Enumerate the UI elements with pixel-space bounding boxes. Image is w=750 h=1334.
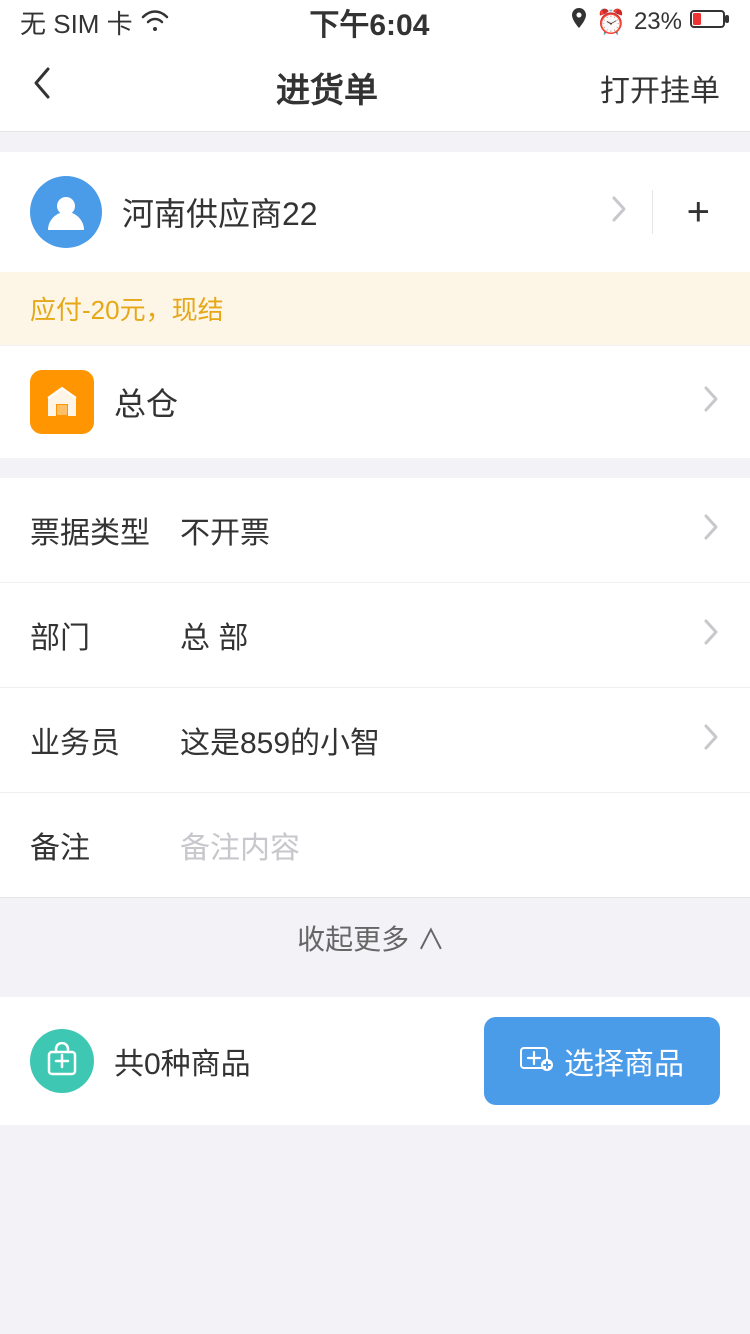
department-row[interactable]: 部门 总 部 bbox=[0, 583, 750, 688]
notice-bar: 应付-20元，现结 bbox=[0, 272, 750, 345]
remark-label: 备注 bbox=[30, 823, 170, 867]
warehouse-name: 总仓 bbox=[114, 379, 702, 425]
alarm-icon: ⏰ bbox=[596, 8, 626, 37]
notice-text: 应付-20元，现结 bbox=[30, 295, 224, 325]
supplier-right: + bbox=[610, 190, 720, 235]
sim-label: 无 SIM 卡 bbox=[20, 4, 133, 41]
status-bar: 无 SIM 卡 下午6:04 ⏰ 23% bbox=[0, 0, 750, 44]
select-product-icon bbox=[520, 1044, 554, 1079]
salesperson-label: 业务员 bbox=[30, 718, 170, 762]
supplier-name: 河南供应商22 bbox=[122, 189, 610, 235]
supplier-chevron-icon bbox=[610, 194, 628, 231]
nav-bar: 进货单 打开挂单 bbox=[0, 44, 750, 132]
vertical-divider bbox=[652, 190, 653, 234]
remark-input[interactable]: 备注内容 bbox=[180, 823, 720, 867]
select-product-label: 选择商品 bbox=[564, 1039, 684, 1083]
invoice-type-row[interactable]: 票据类型 不开票 bbox=[0, 478, 750, 583]
collapse-label: 收起更多 ∧ bbox=[297, 918, 445, 958]
open-pending-button[interactable]: 打开挂单 bbox=[600, 66, 720, 110]
invoice-type-value: 不开票 bbox=[180, 508, 692, 552]
back-button[interactable] bbox=[30, 63, 54, 112]
supplier-section: 河南供应商22 + 应付-20元，现结 总仓 bbox=[0, 152, 750, 458]
supplier-row[interactable]: 河南供应商22 + bbox=[0, 152, 750, 272]
section-gap-1 bbox=[0, 132, 750, 152]
bottom-bar: 共0种商品 选择商品 bbox=[0, 997, 750, 1125]
status-left: 无 SIM 卡 bbox=[20, 4, 169, 41]
department-value: 总 部 bbox=[180, 613, 692, 657]
wifi-icon bbox=[141, 7, 169, 38]
status-time: 下午6:04 bbox=[309, 0, 429, 44]
remark-row[interactable]: 备注 备注内容 bbox=[0, 793, 750, 897]
collapse-button[interactable]: 收起更多 ∧ bbox=[0, 897, 750, 977]
add-supplier-button[interactable]: + bbox=[677, 190, 720, 235]
location-icon bbox=[570, 8, 588, 37]
invoice-type-label: 票据类型 bbox=[30, 508, 170, 552]
product-icon bbox=[30, 1029, 94, 1093]
product-count-label: 共0种商品 bbox=[114, 1039, 484, 1083]
warehouse-icon bbox=[30, 370, 94, 434]
status-right: ⏰ 23% bbox=[570, 8, 730, 37]
warehouse-chevron-icon bbox=[702, 384, 720, 421]
battery-icon bbox=[690, 8, 730, 37]
supplier-avatar bbox=[30, 176, 102, 248]
select-product-button[interactable]: 选择商品 bbox=[484, 1017, 720, 1105]
page-title: 进货单 bbox=[276, 63, 378, 112]
form-section: 票据类型 不开票 部门 总 部 业务员 这是859的小智 备注 备注内容 bbox=[0, 478, 750, 897]
invoice-type-chevron bbox=[702, 512, 720, 549]
salesperson-chevron bbox=[702, 722, 720, 759]
battery-label: 23% bbox=[634, 8, 682, 36]
department-chevron bbox=[702, 617, 720, 654]
department-label: 部门 bbox=[30, 613, 170, 657]
warehouse-row[interactable]: 总仓 bbox=[0, 345, 750, 458]
salesperson-value: 这是859的小智 bbox=[180, 718, 692, 762]
salesperson-row[interactable]: 业务员 这是859的小智 bbox=[0, 688, 750, 793]
